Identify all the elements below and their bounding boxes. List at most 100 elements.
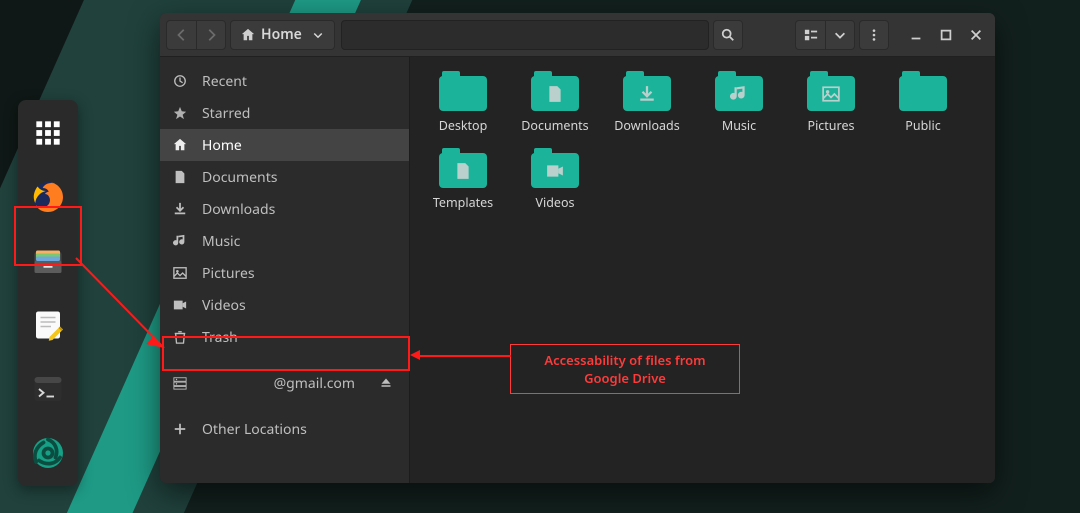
folder-documents[interactable]: Documents <box>518 71 592 134</box>
sidebar-item-label: Trash <box>202 328 238 347</box>
files-icon <box>30 243 66 279</box>
texteditor-icon <box>30 307 66 343</box>
hamburger-menu-button[interactable] <box>859 20 889 50</box>
header-right-tools <box>713 20 889 50</box>
firefox-icon <box>30 179 66 215</box>
sidebar-item-downloads[interactable]: Downloads <box>160 193 409 225</box>
dock-texteditor[interactable] <box>25 302 71 348</box>
forward-button[interactable] <box>196 20 226 50</box>
sidebar-item-starred[interactable]: Starred <box>160 97 409 129</box>
sidebar-item-label: Music <box>202 232 240 251</box>
sidebar-item-label: Downloads <box>202 200 275 219</box>
sidebar-item-label: Other Locations <box>202 420 307 439</box>
sidebar-item-label: Pictures <box>202 264 255 283</box>
folder-label: Desktop <box>439 117 488 134</box>
chevron-down-icon <box>833 28 847 42</box>
sidebar-mount-gmail[interactable]: @gmail.com <box>160 367 409 399</box>
window-controls <box>903 22 989 48</box>
folder-label: Pictures <box>808 117 855 134</box>
folder-icon <box>807 71 855 111</box>
sidebar-item-home[interactable]: Home <box>160 129 409 161</box>
sidebar-item-label: Starred <box>202 104 250 123</box>
folder-label: Downloads <box>614 117 679 134</box>
eject-button[interactable] <box>375 372 397 394</box>
recent-icon <box>172 74 188 88</box>
search-button[interactable] <box>713 20 743 50</box>
folder-icon <box>623 71 671 111</box>
view-toggle-button[interactable] <box>795 20 825 50</box>
home-icon <box>241 28 255 42</box>
screenshot-icon <box>30 435 66 471</box>
folder-music[interactable]: Music <box>702 71 776 134</box>
sidebar-item-videos[interactable]: Videos <box>160 289 409 321</box>
download-icon <box>172 202 188 216</box>
sidebar-item-pictures[interactable]: Pictures <box>160 257 409 289</box>
sidebar-item-label: Recent <box>202 72 247 91</box>
folder-grid: Desktop Documents Downloads Music Pictures Pu… <box>426 71 979 211</box>
folder-desktop[interactable]: Desktop <box>426 71 500 134</box>
view-menu-button[interactable] <box>825 20 855 50</box>
sidebar-item-label: Home <box>202 136 242 155</box>
folder-videos[interactable]: Videos <box>518 148 592 211</box>
sidebar: Recent Starred Home Documents Downloads Music… <box>160 57 410 483</box>
sidebar-mount-label: @gmail.com <box>202 374 361 393</box>
path-seg-home[interactable]: Home <box>230 20 335 50</box>
plus-icon <box>172 422 188 436</box>
back-button[interactable] <box>166 20 196 50</box>
sidebar-item-trash[interactable]: Trash <box>160 321 409 353</box>
folder-public[interactable]: Public <box>886 71 960 134</box>
folder-icon <box>439 71 487 111</box>
terminal-icon <box>30 371 66 407</box>
menu-icon <box>867 28 881 42</box>
close-icon <box>969 28 983 42</box>
folder-icon <box>531 148 579 188</box>
file-manager-window: Home Recent Starred Home Documents Downloads… <box>160 13 995 483</box>
maximize-icon <box>939 28 953 42</box>
window-maximize[interactable] <box>933 22 959 48</box>
dock-firefox[interactable] <box>25 174 71 220</box>
location-entry[interactable] <box>341 20 709 50</box>
dock-activities[interactable] <box>25 110 71 156</box>
home-icon <box>172 138 188 152</box>
trash-icon <box>172 330 188 344</box>
dock-files[interactable] <box>25 238 71 284</box>
dock <box>18 100 78 486</box>
folder-label: Videos <box>535 194 574 211</box>
star-icon <box>172 106 188 120</box>
window-close[interactable] <box>963 22 989 48</box>
dock-screenshot[interactable] <box>25 430 71 476</box>
video-icon <box>172 298 188 312</box>
search-icon <box>721 28 735 42</box>
folder-downloads[interactable]: Downloads <box>610 71 684 134</box>
grid-list-icon <box>804 28 818 42</box>
sidebar-item-label: Videos <box>202 296 246 315</box>
folder-pictures[interactable]: Pictures <box>794 71 868 134</box>
path-bar: Home <box>230 20 335 50</box>
headerbar: Home <box>160 13 995 57</box>
folder-icon <box>899 71 947 111</box>
folder-icon <box>439 148 487 188</box>
folder-icon <box>715 71 763 111</box>
music-icon <box>172 234 188 248</box>
folder-label: Public <box>905 117 940 134</box>
folder-label: Documents <box>521 117 588 134</box>
sidebar-item-recent[interactable]: Recent <box>160 65 409 97</box>
document-icon <box>172 170 188 184</box>
sidebar-item-music[interactable]: Music <box>160 225 409 257</box>
window-minimize[interactable] <box>903 22 929 48</box>
folder-icon <box>531 71 579 111</box>
chevron-down-icon <box>312 29 324 41</box>
folder-label: Templates <box>433 194 493 211</box>
dock-terminal[interactable] <box>25 366 71 412</box>
content-area[interactable]: Desktop Documents Downloads Music Pictures Pu… <box>410 57 995 483</box>
minimize-icon <box>909 28 923 42</box>
sidebar-other-locations[interactable]: Other Locations <box>160 413 409 445</box>
picture-icon <box>172 266 188 280</box>
apps-grid-icon <box>34 119 62 147</box>
server-icon <box>172 376 188 390</box>
nav-buttons <box>166 20 226 50</box>
sidebar-item-documents[interactable]: Documents <box>160 161 409 193</box>
path-label: Home <box>261 25 302 44</box>
folder-templates[interactable]: Templates <box>426 148 500 211</box>
sidebar-item-label: Documents <box>202 168 277 187</box>
